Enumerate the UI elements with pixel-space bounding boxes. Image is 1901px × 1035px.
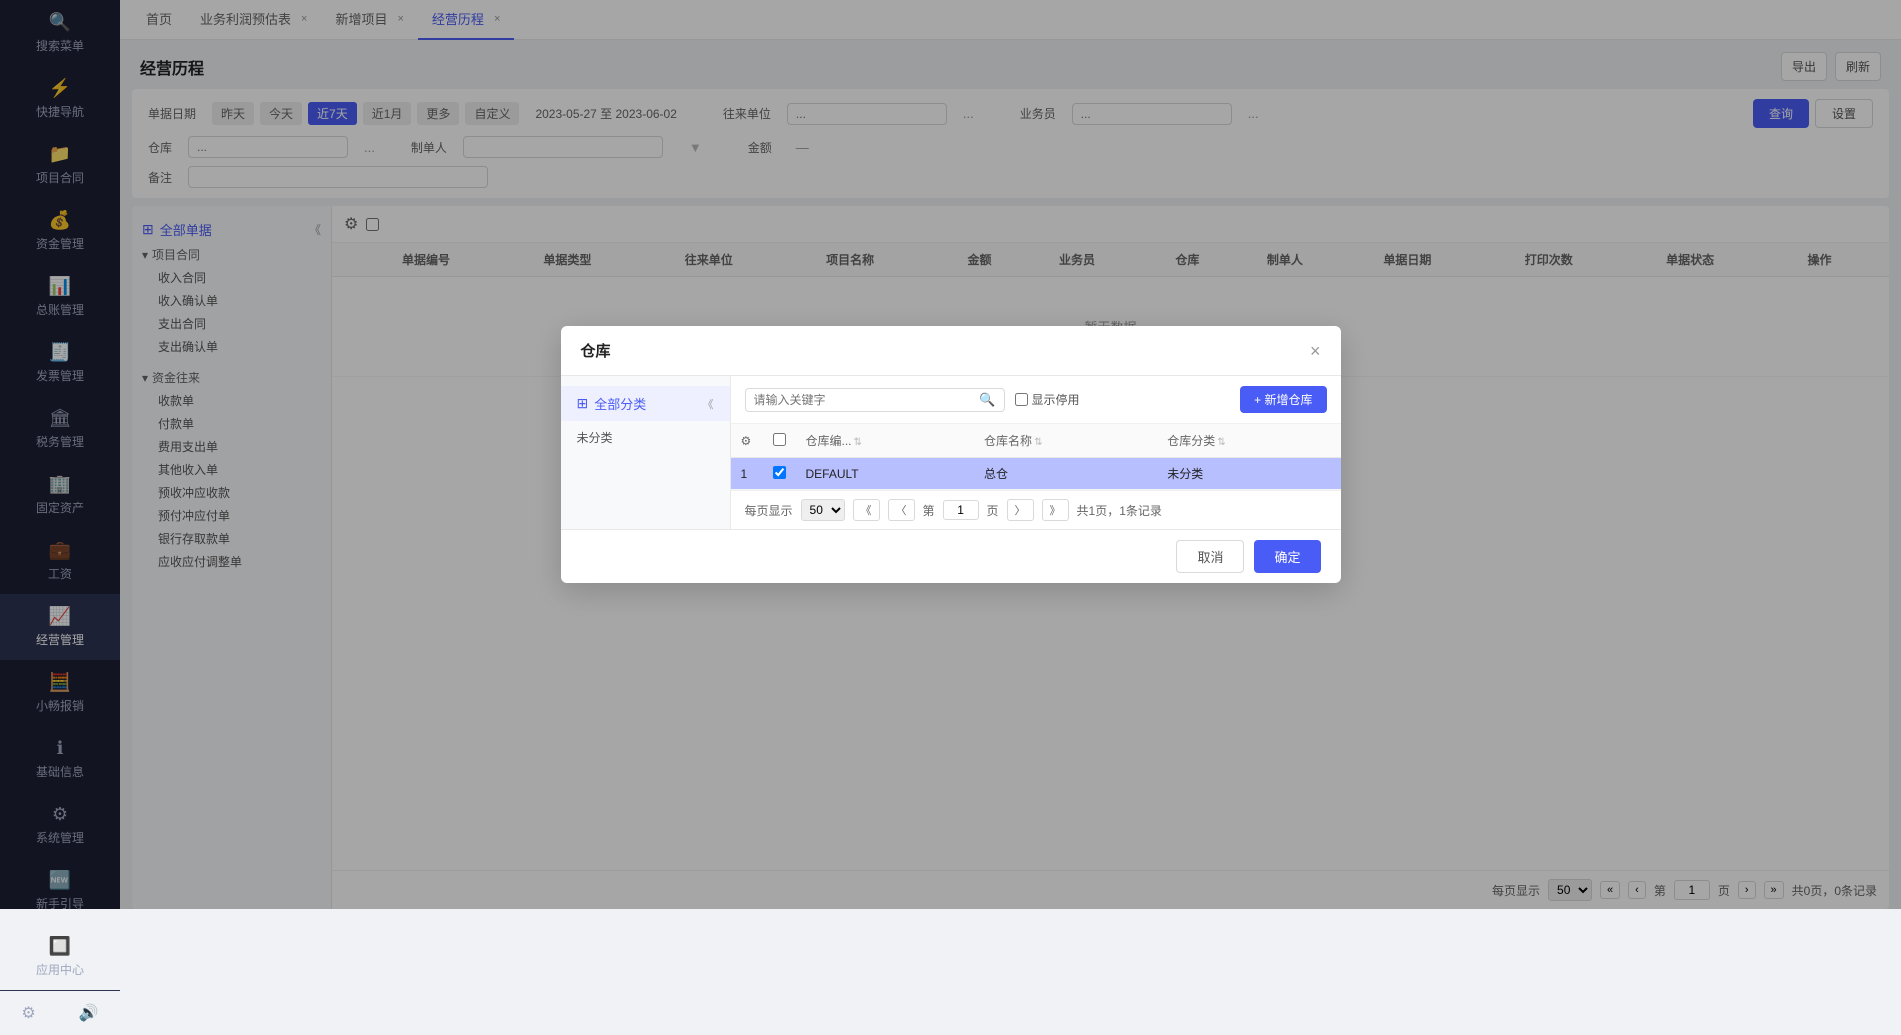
sidebar-item-apps[interactable]: 🔲 应用中心 [0, 924, 120, 990]
modal-table-wrap: ⚙ 仓库编...⇅ 仓库名称⇅ 仓库分类⇅ [731, 424, 1341, 490]
modal-sidebar: ⊞ 全部分类 《 未分类 [561, 376, 731, 529]
modal-sidebar-scroll: 未分类 [561, 421, 730, 519]
modal-last-page-btn[interactable]: 》 [1042, 499, 1069, 521]
modal-title: 仓库 [581, 340, 611, 361]
modal-body: ⊞ 全部分类 《 未分类 🔍 显示停用 [561, 376, 1341, 529]
warehouse-modal: 仓库 × ⊞ 全部分类 《 未分类 [561, 326, 1341, 583]
modal-col-category: 仓库分类⇅ [1157, 424, 1340, 458]
modal-row-name: 总仓 [974, 458, 1157, 490]
add-warehouse-btn[interactable]: + 新增仓库 [1240, 386, 1326, 413]
modal-row-checkbox-cell [763, 458, 796, 490]
modal-warehouse-table: ⚙ 仓库编...⇅ 仓库名称⇅ 仓库分类⇅ [731, 424, 1341, 490]
modal-grid-icon: ⊞ [577, 395, 589, 412]
modal-col-settings: ⚙ [731, 424, 763, 458]
modal-toolbar: 🔍 显示停用 + 新增仓库 [731, 376, 1341, 424]
code-sort-icon[interactable]: ⇅ [854, 437, 862, 448]
modal-footer-actions: 取消 确定 [561, 529, 1341, 583]
sidebar-audio-icon[interactable]: 🔊 [79, 1003, 99, 1023]
modal-row-seq: 1 [731, 458, 763, 490]
modal-prev-page-btn[interactable]: 〈 [888, 499, 915, 521]
modal-sidebar-uncategorized[interactable]: 未分类 [561, 421, 730, 454]
modal-sidebar-collapse-icon[interactable]: 《 [703, 396, 714, 412]
modal-row-category: 未分类 [1157, 458, 1340, 490]
modal-total-text: 共1页，1条记录 [1077, 502, 1162, 519]
modal-col-code: 仓库编...⇅ [796, 424, 975, 458]
modal-page-size-select[interactable]: 50 [801, 499, 845, 521]
modal-page-label: 第 [923, 502, 935, 519]
modal-first-page-btn[interactable]: 《 [853, 499, 880, 521]
table-row[interactable]: 1 DEFAULT 总仓 未分类 [731, 458, 1341, 490]
modal-sidebar-all-categories[interactable]: ⊞ 全部分类 《 [561, 386, 730, 421]
modal-select-all[interactable] [773, 433, 786, 446]
modal-content: 🔍 显示停用 + 新增仓库 ⚙ [731, 376, 1341, 529]
category-sort-icon[interactable]: ⇅ [1217, 437, 1225, 448]
modal-search-icon[interactable]: 🔍 [979, 392, 995, 408]
modal-page-size-label: 每页显示 [745, 502, 793, 519]
modal-search-input[interactable] [754, 393, 974, 407]
modal-row-checkbox[interactable] [773, 466, 786, 479]
modal-page-label-2: 页 [987, 502, 999, 519]
modal-header: 仓库 × [561, 326, 1341, 376]
apps-icon: 🔲 [49, 936, 71, 957]
modal-col-name: 仓库名称⇅ [974, 424, 1157, 458]
modal-col-checkbox [763, 424, 796, 458]
modal-next-page-btn[interactable]: 〉 [1007, 499, 1034, 521]
modal-pagination: 每页显示 50 《 〈 第 页 〉 》 共1页，1条记录 [731, 490, 1341, 529]
modal-page-input[interactable] [943, 500, 979, 520]
modal-confirm-btn[interactable]: 确定 [1254, 540, 1320, 573]
modal-close-btn[interactable]: × [1310, 342, 1321, 360]
show-disabled-checkbox[interactable] [1015, 393, 1028, 406]
sidebar-settings-icon[interactable]: ⚙ [21, 1003, 35, 1023]
modal-cancel-btn[interactable]: 取消 [1176, 540, 1244, 573]
modal-overlay[interactable]: 仓库 × ⊞ 全部分类 《 未分类 [0, 0, 1901, 909]
show-disabled-label: 显示停用 [1015, 391, 1080, 408]
modal-row-code: DEFAULT [796, 458, 975, 490]
name-sort-icon[interactable]: ⇅ [1034, 437, 1042, 448]
search-box: 🔍 [745, 388, 1005, 412]
